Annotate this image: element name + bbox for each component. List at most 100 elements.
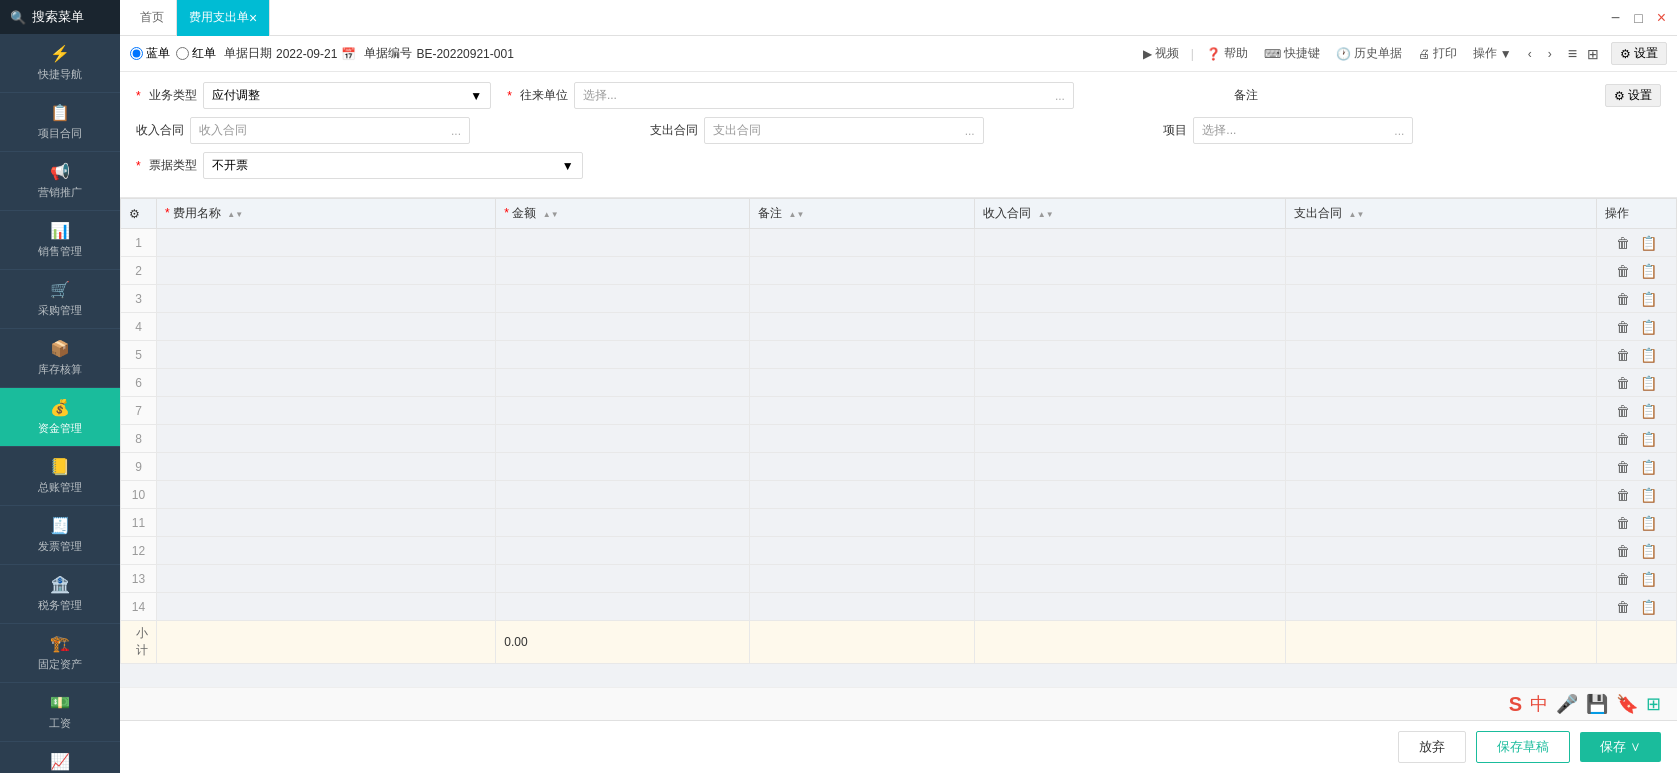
sidebar-item-quick-nav[interactable]: ⚡ 快捷导航 — [0, 34, 120, 93]
row-delete-btn[interactable]: 🗑 — [1613, 543, 1633, 559]
amount-cell[interactable] — [496, 313, 750, 341]
row-delete-btn[interactable]: 🗑 — [1613, 487, 1633, 503]
row-copy-btn[interactable]: 📋 — [1637, 571, 1660, 587]
sidebar-item-project-contract[interactable]: 📋 项目合同 — [0, 93, 120, 152]
row-delete-btn[interactable]: 🗑 — [1613, 375, 1633, 391]
amount-cell[interactable] — [496, 341, 750, 369]
amount-cell[interactable] — [496, 285, 750, 313]
expense-name-cell[interactable] — [157, 593, 496, 621]
row-delete-btn[interactable]: 🗑 — [1613, 403, 1633, 419]
amount-cell[interactable] — [496, 257, 750, 285]
remark-cell[interactable] — [750, 341, 975, 369]
history-btn[interactable]: 🕐 历史单据 — [1332, 43, 1406, 64]
red-bill-radio[interactable]: 红单 — [176, 45, 216, 62]
expense-contract-cell[interactable] — [1286, 285, 1597, 313]
blue-bill-radio[interactable]: 蓝单 — [130, 45, 170, 62]
remark-cell[interactable] — [750, 425, 975, 453]
expense-name-cell[interactable] — [157, 229, 496, 257]
sidebar-item-invoice[interactable]: 🧾 发票管理 — [0, 506, 120, 565]
expense-name-cell[interactable] — [157, 257, 496, 285]
remark-cell[interactable] — [750, 285, 975, 313]
amount-cell[interactable] — [496, 369, 750, 397]
expense-name-cell[interactable] — [157, 425, 496, 453]
grid-icon[interactable]: ⊞ — [1646, 693, 1661, 715]
discard-button[interactable]: 放弃 — [1398, 731, 1466, 763]
row-copy-btn[interactable]: 📋 — [1637, 431, 1660, 447]
row-copy-btn[interactable]: 📋 — [1637, 599, 1660, 615]
expense-contract-cell[interactable] — [1286, 537, 1597, 565]
income-contract-cell[interactable] — [975, 481, 1286, 509]
income-contract-cell[interactable] — [975, 509, 1286, 537]
sidebar-item-fixed-assets[interactable]: 🏗️ 固定资产 — [0, 624, 120, 683]
sidebar-item-fund[interactable]: 💰 资金管理 — [0, 388, 120, 447]
amount-cell[interactable] — [496, 537, 750, 565]
expense-contract-select[interactable]: 支出合同 ... — [704, 117, 984, 144]
row-copy-btn[interactable]: 📋 — [1637, 515, 1660, 531]
row-copy-btn[interactable]: 📋 — [1637, 403, 1660, 419]
sidebar-item-sales[interactable]: 📊 销售管理 — [0, 211, 120, 270]
sidebar-item-accounting[interactable]: 📒 总账管理 — [0, 447, 120, 506]
expense-name-cell[interactable] — [157, 369, 496, 397]
prev-record-btn[interactable]: ‹ — [1524, 45, 1536, 63]
income-contract-cell[interactable] — [975, 257, 1286, 285]
sidebar-item-purchase[interactable]: 🛒 采购管理 — [0, 270, 120, 329]
income-contract-cell[interactable] — [975, 593, 1286, 621]
row-delete-btn[interactable]: 🗑 — [1613, 599, 1633, 615]
expense-contract-cell[interactable] — [1286, 565, 1597, 593]
help-btn[interactable]: ❓ 帮助 — [1202, 43, 1252, 64]
calendar-icon[interactable]: 📅 — [341, 47, 356, 61]
row-delete-btn[interactable]: 🗑 — [1613, 431, 1633, 447]
row-delete-btn[interactable]: 🗑 — [1613, 515, 1633, 531]
row-delete-btn[interactable]: 🗑 — [1613, 235, 1633, 251]
row-copy-btn[interactable]: 📋 — [1637, 291, 1660, 307]
remark-cell[interactable] — [750, 313, 975, 341]
bookmark-icon[interactable]: 🔖 — [1616, 693, 1638, 715]
row-copy-btn[interactable]: 📋 — [1637, 375, 1660, 391]
invoice-type-select[interactable]: 不开票 ▼ — [203, 152, 583, 179]
amount-cell[interactable] — [496, 481, 750, 509]
col-gear-header[interactable]: ⚙ — [121, 199, 157, 229]
expense-name-cell[interactable] — [157, 565, 496, 593]
expense-name-cell[interactable] — [157, 481, 496, 509]
income-contract-cell[interactable] — [975, 397, 1286, 425]
row-delete-btn[interactable]: 🗑 — [1613, 459, 1633, 475]
sidebar-item-marketing[interactable]: 📢 营销推广 — [0, 152, 120, 211]
expense-contract-cell[interactable] — [1286, 313, 1597, 341]
amount-cell[interactable] — [496, 565, 750, 593]
mic-icon[interactable]: 🎤 — [1556, 693, 1578, 715]
row-delete-btn[interactable]: 🗑 — [1613, 571, 1633, 587]
expense-contract-cell[interactable] — [1286, 341, 1597, 369]
income-contract-cell[interactable] — [975, 369, 1286, 397]
save-icon[interactable]: 💾 — [1586, 693, 1608, 715]
income-contract-cell[interactable] — [975, 453, 1286, 481]
expense-contract-cell[interactable] — [1286, 509, 1597, 537]
row-copy-btn[interactable]: 📋 — [1637, 235, 1660, 251]
amount-cell[interactable] — [496, 229, 750, 257]
next-record-btn[interactable]: › — [1544, 45, 1556, 63]
income-contract-cell[interactable] — [975, 537, 1286, 565]
amount-cell[interactable] — [496, 425, 750, 453]
sidebar-item-inventory[interactable]: 📦 库存核算 — [0, 329, 120, 388]
tab-expense[interactable]: 费用支出单 × — [177, 0, 270, 36]
expense-contract-cell[interactable] — [1286, 481, 1597, 509]
amount-cell[interactable] — [496, 397, 750, 425]
expense-contract-cell[interactable] — [1286, 229, 1597, 257]
expense-contract-cell[interactable] — [1286, 453, 1597, 481]
zhong-icon[interactable]: 中 — [1530, 692, 1548, 716]
actions-btn[interactable]: 操作 ▼ — [1469, 43, 1516, 64]
row-copy-btn[interactable]: 📋 — [1637, 543, 1660, 559]
income-contract-cell[interactable] — [975, 341, 1286, 369]
project-select[interactable]: 选择... ... — [1193, 117, 1413, 144]
sidebar-item-tax[interactable]: 🏦 税务管理 — [0, 565, 120, 624]
income-contract-cell[interactable] — [975, 285, 1286, 313]
expense-contract-cell[interactable] — [1286, 593, 1597, 621]
expense-contract-cell[interactable] — [1286, 257, 1597, 285]
amount-cell[interactable] — [496, 453, 750, 481]
save-button[interactable]: 保存 ∨ — [1580, 732, 1661, 762]
expense-name-cell[interactable] — [157, 397, 496, 425]
sidebar-item-payroll[interactable]: 💵 工资 — [0, 683, 120, 742]
row-delete-btn[interactable]: 🗑 — [1613, 291, 1633, 307]
sidebar-item-operations[interactable]: 📈 经营管理 — [0, 742, 120, 773]
tab-home[interactable]: 首页 — [128, 0, 177, 36]
tab-close-button[interactable]: × — [249, 11, 257, 25]
